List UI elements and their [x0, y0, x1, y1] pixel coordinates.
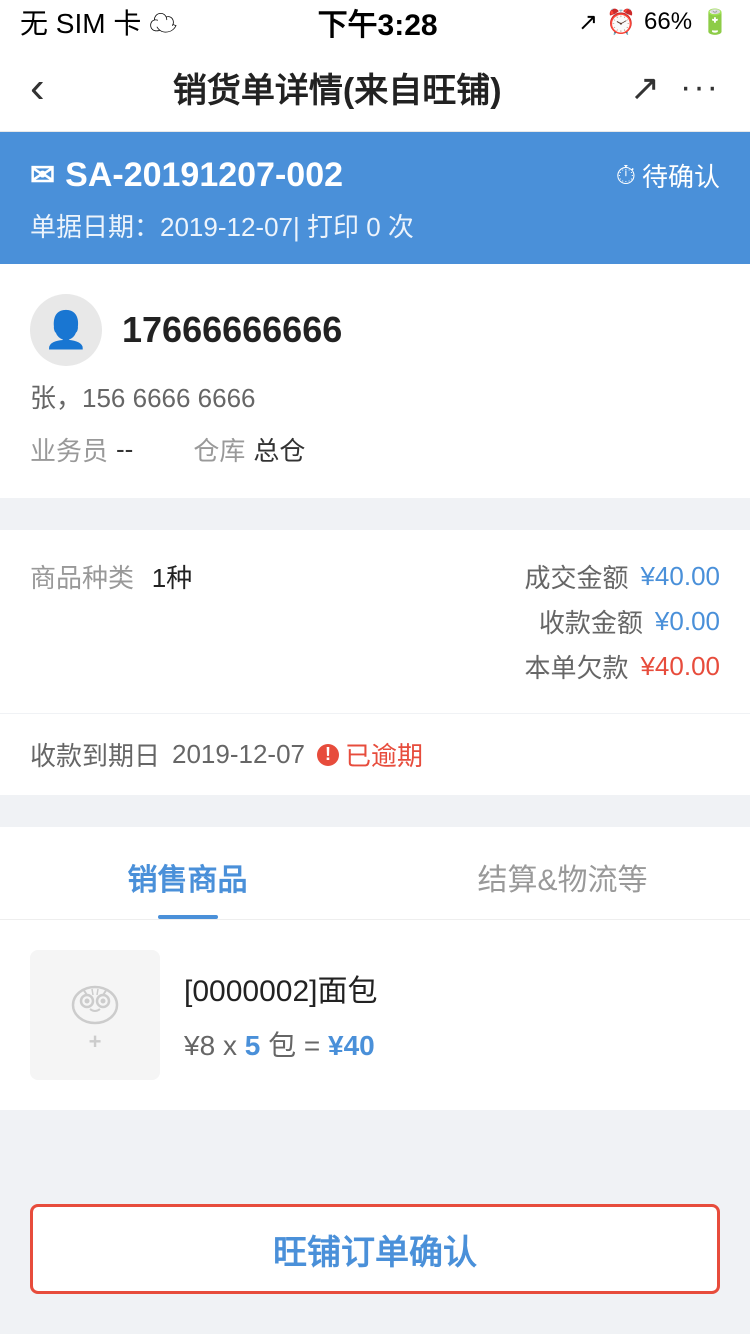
confirm-order-button[interactable]: 旺铺订单确认 — [30, 1204, 720, 1294]
product-qty: 5 — [245, 1030, 261, 1061]
deal-amount-value: ¥40.00 — [640, 561, 720, 592]
confirm-btn-wrap: 旺铺订单确认 — [0, 1204, 750, 1294]
product-info: [0000002]面包 ¥8 x 5 包 = ¥40 — [184, 966, 720, 1064]
warehouse: 仓库 总仓 — [193, 431, 305, 468]
status-right: ↗ ⏰ 66% 🔋 — [578, 8, 730, 37]
tab-settlement[interactable]: 结算&物流等 — [375, 827, 750, 919]
product-price: ¥8 x 5 包 = ¥40 — [184, 1024, 720, 1064]
overdue-badge: ! 已逾期 — [317, 736, 423, 773]
signal-text: 无 SIM 卡 ☁ — [20, 2, 177, 42]
order-id-text: SA-20191207-002 — [65, 156, 343, 195]
order-date: 单据日期：2019-12-07| 打印 0 次 — [30, 207, 720, 244]
overdue-icon: ! — [317, 744, 339, 766]
tabs-row: 销售商品 结算&物流等 — [0, 827, 750, 920]
product-section: + [0000002]面包 ¥8 x 5 包 = ¥40 — [0, 920, 750, 1110]
customer-section: 👤 17666666666 张，156 6666 6666 业务员 -- 仓库 … — [0, 264, 750, 498]
sales-value: -- — [116, 434, 133, 465]
nav-bar: ‹ 销货单详情(来自旺铺) ↗ ··· — [0, 44, 750, 132]
sales-label: 业务员 — [30, 431, 108, 468]
status-time: 下午3:28 — [318, 0, 438, 44]
nav-actions: ↗ ··· — [630, 67, 720, 109]
product-name: [0000002]面包 — [184, 966, 720, 1010]
status-clock-icon: ⏱ — [616, 160, 636, 192]
product-type: 商品种类 1种 — [30, 558, 192, 595]
summary-section: 商品种类 1种 成交金额 ¥40.00 收款金额 ¥0.00 本单欠款 ¥40.… — [0, 530, 750, 713]
product-type-label: 商品种类 — [30, 563, 134, 593]
product-thumbnail: + — [30, 950, 160, 1080]
product-item: + [0000002]面包 ¥8 x 5 包 = ¥40 — [0, 920, 750, 1110]
status-bar: 无 SIM 卡 ☁ 下午3:28 ↗ ⏰ 66% 🔋 — [0, 0, 750, 44]
order-header: ✉ SA-20191207-002 ⏱ 待确认 单据日期：2019-12-07|… — [0, 132, 750, 264]
sales-person: 业务员 -- — [30, 431, 133, 468]
customer-top: 👤 17666666666 — [30, 294, 720, 366]
customer-name: 张，156 6666 6666 — [30, 378, 720, 415]
thumb-inner: + — [65, 975, 125, 1055]
share-icon[interactable]: ↗ — [630, 67, 660, 109]
status-left: 无 SIM 卡 ☁ — [20, 2, 177, 42]
status-text: 待确认 — [642, 157, 720, 194]
battery-text: 66% — [644, 8, 692, 36]
tabs-section: 销售商品 结算&物流等 — [0, 827, 750, 920]
customer-avatar: 👤 — [30, 294, 102, 366]
avatar-icon: 👤 — [44, 309, 89, 351]
due-date-value: 2019-12-07 — [172, 739, 305, 770]
product-type-value: 1种 — [152, 563, 192, 593]
warehouse-value: 总仓 — [253, 431, 305, 468]
owing-label: 本单欠款 — [524, 648, 628, 685]
thumb-plus: + — [89, 1029, 102, 1055]
owing-amount-row: 本单欠款 ¥40.00 — [524, 648, 720, 685]
product-owl-icon — [65, 975, 125, 1025]
due-date-label: 收款到期日 — [30, 736, 160, 773]
warehouse-label: 仓库 — [193, 431, 245, 468]
location-icon: ↗ — [578, 8, 598, 37]
amounts: 成交金额 ¥40.00 收款金额 ¥0.00 本单欠款 ¥40.00 — [524, 558, 720, 685]
order-status: ⏱ 待确认 — [616, 157, 720, 194]
deal-amount-row: 成交金额 ¥40.00 — [524, 558, 720, 595]
back-button[interactable]: ‹ — [30, 63, 45, 113]
alarm-icon: ⏰ — [606, 8, 636, 37]
page-title: 销货单详情(来自旺铺) — [173, 63, 502, 112]
battery-icon: 🔋 — [700, 8, 730, 37]
tab-products[interactable]: 销售商品 — [0, 827, 375, 919]
order-id: ✉ SA-20191207-002 — [30, 156, 343, 195]
divider-1 — [0, 514, 750, 530]
payment-value: ¥0.00 — [655, 606, 720, 637]
owing-value: ¥40.00 — [640, 651, 720, 682]
due-section: 收款到期日 2019-12-07 ! 已逾期 — [0, 714, 750, 795]
order-icon: ✉ — [30, 158, 55, 193]
divider-2 — [0, 795, 750, 811]
product-total: ¥40 — [328, 1030, 375, 1061]
overdue-text: 已逾期 — [345, 736, 423, 773]
summary-row: 商品种类 1种 成交金额 ¥40.00 收款金额 ¥0.00 本单欠款 ¥40.… — [30, 558, 720, 685]
payment-label: 收款金额 — [539, 603, 643, 640]
customer-phone: 17666666666 — [122, 309, 342, 351]
payment-amount-row: 收款金额 ¥0.00 — [539, 603, 720, 640]
order-header-top: ✉ SA-20191207-002 ⏱ 待确认 — [30, 156, 720, 195]
more-icon[interactable]: ··· — [680, 68, 720, 107]
customer-meta: 业务员 -- 仓库 总仓 — [30, 431, 720, 468]
deal-amount-label: 成交金额 — [524, 558, 628, 595]
